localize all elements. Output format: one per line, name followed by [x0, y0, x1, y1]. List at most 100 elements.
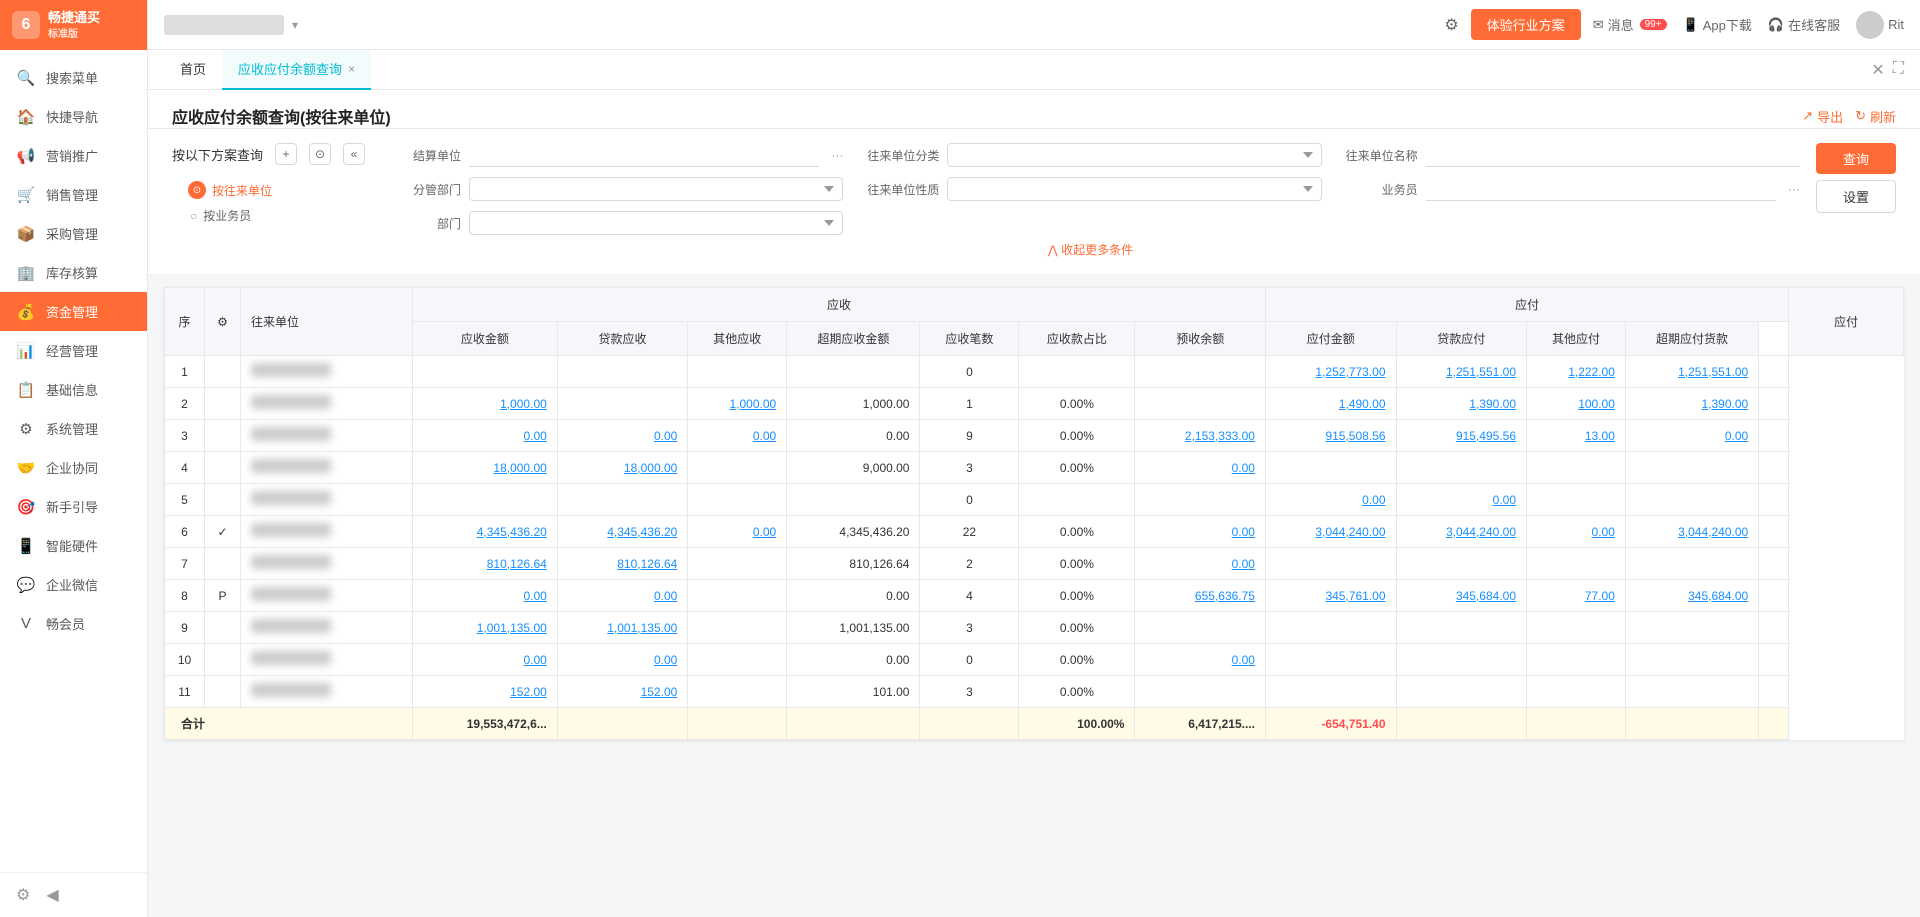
cell-ar-prepay[interactable]: 655,636.75 — [1135, 580, 1266, 612]
cell-ar-loan[interactable]: 18,000.00 — [557, 452, 688, 484]
cell-ar-loan[interactable] — [557, 388, 688, 420]
cell-ap-amount[interactable]: 345,761.00 — [1265, 580, 1396, 612]
cell-ap-overdue[interactable] — [1625, 548, 1758, 580]
cell-ar-other[interactable] — [688, 580, 787, 612]
cell-ap-amount[interactable] — [1265, 548, 1396, 580]
cell-ap-loan[interactable]: 1,251,551.00 — [1396, 356, 1527, 388]
sidebar-item-purchase[interactable]: 📦采购管理 — [0, 214, 147, 253]
cell-ar-loan[interactable]: 1,001,135.00 — [557, 612, 688, 644]
cell-ar-amount[interactable]: 18,000.00 — [412, 452, 557, 484]
tab-close-icon[interactable]: × — [348, 62, 355, 76]
cell-ar-amount[interactable] — [412, 356, 557, 388]
sidebar-item-vip[interactable]: V畅会员 — [0, 604, 147, 643]
cell-ap-loan[interactable]: 0.00 — [1396, 484, 1527, 516]
cell-ap-loan[interactable] — [1396, 612, 1527, 644]
scheme-by-salesperson[interactable]: ○ 按业务员 — [188, 203, 365, 228]
sidebar-item-operation[interactable]: 📊经营管理 — [0, 331, 147, 370]
sidebar-item-system[interactable]: ⚙系统管理 — [0, 409, 147, 448]
cell-ap-amount[interactable]: 915,508.56 — [1265, 420, 1396, 452]
cell-ar-other[interactable] — [688, 676, 787, 708]
cell-ar-prepay[interactable]: 0.00 — [1135, 452, 1266, 484]
division-dept-select[interactable] — [469, 177, 843, 201]
cell-ar-other[interactable]: 0.00 — [688, 420, 787, 452]
cell-ap-other[interactable] — [1527, 548, 1626, 580]
cell-ap-other[interactable]: 77.00 — [1527, 580, 1626, 612]
cell-ap-overdue[interactable]: 345,684.00 — [1625, 580, 1758, 612]
salesperson-input[interactable] — [1426, 178, 1776, 201]
cell-ar-prepay[interactable]: 0.00 — [1135, 644, 1266, 676]
sidebar-item-guide[interactable]: 🎯新手引导 — [0, 487, 147, 526]
cell-ar-loan[interactable]: 152.00 — [557, 676, 688, 708]
cell-ar-amount[interactable]: 1,000.00 — [412, 388, 557, 420]
sidebar-item-marketing[interactable]: 📢营销推广 — [0, 136, 147, 175]
settlement-unit-dots[interactable]: ··· — [831, 148, 843, 162]
settings-button[interactable]: 设置 — [1816, 180, 1896, 213]
sidebar-collapse-icon[interactable]: ◀ — [46, 885, 58, 905]
cell-ar-loan[interactable]: 0.00 — [557, 644, 688, 676]
cell-ap-overdue[interactable] — [1625, 484, 1758, 516]
cell-ar-other[interactable] — [688, 356, 787, 388]
sidebar-item-inventory[interactable]: 🏢库存核算 — [0, 253, 147, 292]
settlement-unit-input[interactable] — [469, 144, 819, 167]
cell-ap-amount[interactable] — [1265, 676, 1396, 708]
cell-ap-other[interactable]: 1,222.00 — [1527, 356, 1626, 388]
cell-ar-amount[interactable]: 1,001,135.00 — [412, 612, 557, 644]
cell-ar-loan[interactable]: 0.00 — [557, 580, 688, 612]
cell-ap-amount[interactable]: 1,490.00 — [1265, 388, 1396, 420]
cell-ap-loan[interactable]: 3,044,240.00 — [1396, 516, 1527, 548]
cell-ap-loan[interactable] — [1396, 644, 1527, 676]
cell-ar-other[interactable] — [688, 484, 787, 516]
cell-ar-loan[interactable]: 810,126.64 — [557, 548, 688, 580]
sidebar-item-wechat[interactable]: 💬企业微信 — [0, 565, 147, 604]
filter-collapse-button[interactable]: « — [343, 143, 365, 165]
cell-ap-amount[interactable] — [1265, 452, 1396, 484]
tab-home[interactable]: 首页 — [164, 50, 222, 90]
cell-ar-prepay[interactable]: 0.00 — [1135, 548, 1266, 580]
cell-ap-other[interactable] — [1527, 484, 1626, 516]
department-select[interactable] — [469, 211, 843, 235]
cell-ar-amount[interactable]: 0.00 — [412, 580, 557, 612]
tab-close-window-icon[interactable]: ✕ — [1871, 60, 1884, 80]
cell-ar-other[interactable] — [688, 612, 787, 644]
cell-ap-amount[interactable]: 1,252,773.00 — [1265, 356, 1396, 388]
cell-ar-prepay[interactable] — [1135, 484, 1266, 516]
sidebar-settings-icon[interactable]: ⚙ — [16, 885, 30, 905]
cell-ap-loan[interactable] — [1396, 676, 1527, 708]
cell-ap-amount[interactable] — [1265, 612, 1396, 644]
sidebar-item-finance[interactable]: 💰资金管理 — [0, 292, 147, 331]
cell-ar-loan[interactable]: 4,345,436.20 — [557, 516, 688, 548]
cell-ar-loan[interactable] — [557, 484, 688, 516]
cell-ap-loan[interactable]: 1,390.00 — [1396, 388, 1527, 420]
filter-config-button[interactable]: ⊙ — [309, 143, 331, 165]
th-settings[interactable]: ⚙ — [205, 288, 241, 356]
cell-ar-amount[interactable]: 0.00 — [412, 644, 557, 676]
cell-ar-amount[interactable]: 152.00 — [412, 676, 557, 708]
unit-nature-select[interactable] — [947, 177, 1321, 201]
cell-ap-overdue[interactable]: 0.00 — [1625, 420, 1758, 452]
cell-ap-overdue[interactable]: 1,390.00 — [1625, 388, 1758, 420]
cell-ar-other[interactable] — [688, 644, 787, 676]
cell-ap-other[interactable] — [1527, 452, 1626, 484]
cell-ap-overdue[interactable]: 1,251,551.00 — [1625, 356, 1758, 388]
cell-ar-loan[interactable] — [557, 356, 688, 388]
cell-ar-other[interactable]: 1,000.00 — [688, 388, 787, 420]
salesperson-dots[interactable]: ··· — [1788, 182, 1800, 196]
scheme-by-partner[interactable]: ⊙ 按往来单位 — [188, 177, 365, 203]
header-gear-icon[interactable]: ⚙ — [1444, 15, 1458, 35]
refresh-button[interactable]: ↻ 刷新 — [1855, 107, 1896, 126]
cell-ap-other[interactable]: 100.00 — [1527, 388, 1626, 420]
cell-ar-amount[interactable]: 4,345,436.20 — [412, 516, 557, 548]
tab-maximize-icon[interactable]: ⛶ — [1893, 60, 1904, 80]
cell-ap-other[interactable] — [1527, 644, 1626, 676]
cell-ar-prepay[interactable] — [1135, 612, 1266, 644]
cell-ar-prepay[interactable] — [1135, 388, 1266, 420]
cell-ap-overdue[interactable] — [1625, 452, 1758, 484]
cell-ap-loan[interactable] — [1396, 452, 1527, 484]
tab-ar-query[interactable]: 应收应付余额查询 × — [222, 50, 371, 90]
cell-ap-loan[interactable] — [1396, 548, 1527, 580]
cell-ar-prepay[interactable]: 2,153,333.00 — [1135, 420, 1266, 452]
cell-ar-loan[interactable]: 0.00 — [557, 420, 688, 452]
cell-ap-overdue[interactable] — [1625, 676, 1758, 708]
sidebar-item-quick-nav[interactable]: 🏠快捷导航 — [0, 97, 147, 136]
cell-ap-amount[interactable]: 0.00 — [1265, 484, 1396, 516]
